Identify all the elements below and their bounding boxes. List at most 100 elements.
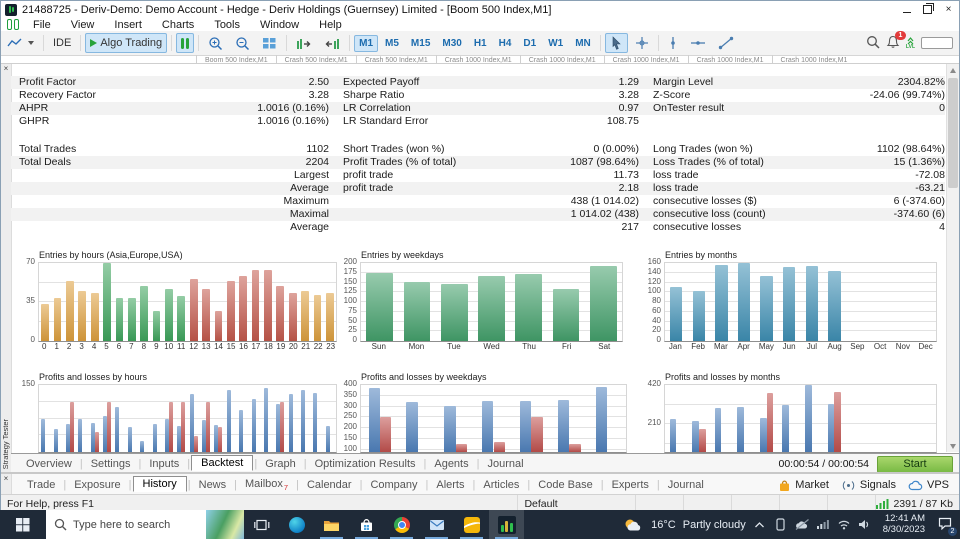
zoom-out-button[interactable]: [230, 33, 255, 53]
ide-button[interactable]: IDE: [48, 33, 76, 53]
market-button[interactable]: Market: [778, 479, 829, 492]
chart-shift-button[interactable]: [319, 33, 345, 53]
timeframe-m30[interactable]: M30: [437, 35, 466, 52]
chrome-app-button[interactable]: [384, 510, 419, 539]
chart-window-tab[interactable]: Crash 500 Index,M1: [275, 55, 356, 63]
weather-text[interactable]: Partly cloudy: [683, 519, 746, 531]
ms-store-button[interactable]: [349, 510, 384, 539]
tester-scrollbar[interactable]: [946, 64, 959, 452]
tab-journal[interactable]: Journal: [661, 478, 711, 492]
tab-backtest[interactable]: Backtest: [191, 455, 254, 471]
tab-journal[interactable]: Journal: [480, 457, 530, 471]
tab-optimization-results[interactable]: Optimization Results: [308, 457, 423, 471]
edge-app-button[interactable]: [279, 510, 314, 539]
weather-temp[interactable]: 16°C: [651, 519, 676, 531]
file-explorer-button[interactable]: [314, 510, 349, 539]
close-button[interactable]: ×: [938, 1, 959, 18]
chart-style-button[interactable]: [2, 33, 39, 53]
chart-window-tab[interactable]: Crash 1000 Index,M1: [519, 55, 604, 63]
cursor-button[interactable]: [604, 33, 628, 53]
tab-company[interactable]: Company: [363, 478, 424, 492]
volume-icon[interactable]: [858, 519, 872, 530]
menu-view[interactable]: View: [61, 19, 105, 31]
scrollbar-thumb[interactable]: [948, 78, 958, 188]
tab-trade[interactable]: Trade: [20, 478, 62, 492]
vps-button[interactable]: VPS: [908, 479, 949, 491]
menu-help[interactable]: Help: [309, 19, 352, 31]
tab-experts[interactable]: Experts: [605, 478, 656, 492]
timeframe-w1[interactable]: W1: [543, 35, 568, 52]
tab-history[interactable]: History: [132, 476, 187, 492]
toolbox-close-button[interactable]: ×: [4, 474, 9, 483]
chart-window-tab[interactable]: Boom 500 Index,M1: [196, 55, 276, 63]
y-tick-label: 25: [348, 325, 357, 335]
action-center-button[interactable]: 2: [938, 517, 957, 536]
mt5-app-button[interactable]: [489, 510, 524, 539]
algo-trading-button[interactable]: Algo Trading: [85, 33, 168, 53]
tab-alerts[interactable]: Alerts: [429, 478, 471, 492]
menu-charts[interactable]: Charts: [152, 19, 204, 31]
trendline-button[interactable]: [713, 33, 739, 53]
lvl-indicator[interactable]: LVL: [906, 37, 915, 50]
tab-calendar[interactable]: Calendar: [300, 478, 359, 492]
scroll-to-end-button[interactable]: [291, 33, 317, 53]
tab-inputs[interactable]: Inputs: [142, 457, 186, 471]
tab-overview[interactable]: Overview: [19, 457, 79, 471]
chart-window-tab[interactable]: Crash 500 Index,M1: [355, 55, 436, 63]
restore-button[interactable]: [917, 1, 938, 18]
taskbar-clock[interactable]: 12:41 AM 8/30/2023: [883, 513, 925, 535]
yellow-office-app-button[interactable]: [454, 510, 489, 539]
wifi-icon[interactable]: [837, 519, 851, 530]
scroll-down-arrow[interactable]: [947, 440, 959, 452]
menu-insert[interactable]: Insert: [104, 19, 152, 31]
task-view-button[interactable]: [244, 510, 279, 539]
start-button[interactable]: Start: [877, 455, 953, 473]
timeframe-m1[interactable]: M1: [354, 34, 379, 52]
taskbar-search-input[interactable]: Type here to search: [46, 510, 244, 539]
chart-window-tab[interactable]: Crash 1000 Index,M1: [435, 55, 520, 63]
chart-window-tab[interactable]: Crash 1000 Index,M1: [687, 55, 772, 63]
timeframe-m5[interactable]: M5: [380, 35, 404, 52]
vertical-line-button[interactable]: [663, 33, 683, 53]
scroll-up-arrow[interactable]: [947, 64, 959, 76]
chart-window-tab[interactable]: Crash 1000 Index,M1: [603, 55, 688, 63]
horizontal-line-button[interactable]: [685, 33, 711, 53]
chart-window-tab[interactable]: Crash 1000 Index,M1: [771, 55, 856, 63]
phone-link-icon[interactable]: [774, 518, 788, 531]
tab-graph[interactable]: Graph: [258, 457, 303, 471]
start-menu-button[interactable]: [0, 510, 46, 539]
signals-button[interactable]: Signals: [841, 479, 896, 491]
mail-app-button[interactable]: [419, 510, 454, 539]
menu-window[interactable]: Window: [250, 19, 309, 31]
tab-code-base[interactable]: Code Base: [531, 478, 599, 492]
tab-settings[interactable]: Settings: [84, 457, 138, 471]
tab-mailbox[interactable]: Mailbox7: [238, 477, 295, 493]
timeframe-m15[interactable]: M15: [406, 35, 435, 52]
menu-file[interactable]: File: [23, 19, 61, 31]
tab-news[interactable]: News: [192, 478, 234, 492]
show-hidden-icons-button[interactable]: [753, 521, 767, 529]
stat-label: [11, 169, 189, 182]
minimize-button[interactable]: [896, 1, 917, 18]
network-icon[interactable]: [816, 519, 830, 530]
timeframe-h1[interactable]: H1: [469, 35, 492, 52]
timeframe-mn[interactable]: MN: [570, 35, 596, 52]
menu-tools[interactable]: Tools: [204, 19, 250, 31]
timeframe-h4[interactable]: H4: [494, 35, 517, 52]
x-tick-label: 7: [129, 342, 134, 351]
zoom-in-button[interactable]: [203, 33, 228, 53]
timeframe-d1[interactable]: D1: [518, 35, 541, 52]
onedrive-icon[interactable]: [795, 519, 809, 530]
tab-agents[interactable]: Agents: [427, 457, 475, 471]
tester-close-button[interactable]: ×: [1, 64, 11, 74]
tab-exposure[interactable]: Exposure: [67, 478, 127, 492]
y-tick-label: 210: [647, 418, 661, 428]
search-button[interactable]: [866, 35, 880, 52]
pause-button[interactable]: [176, 33, 195, 53]
crosshair-button[interactable]: [630, 33, 654, 53]
notifications-button[interactable]: 1: [886, 30, 906, 52]
search-highlight-image[interactable]: [206, 510, 244, 539]
tile-windows-button[interactable]: [257, 33, 282, 53]
weather-icon[interactable]: [622, 517, 644, 533]
tab-articles[interactable]: Articles: [476, 478, 526, 492]
